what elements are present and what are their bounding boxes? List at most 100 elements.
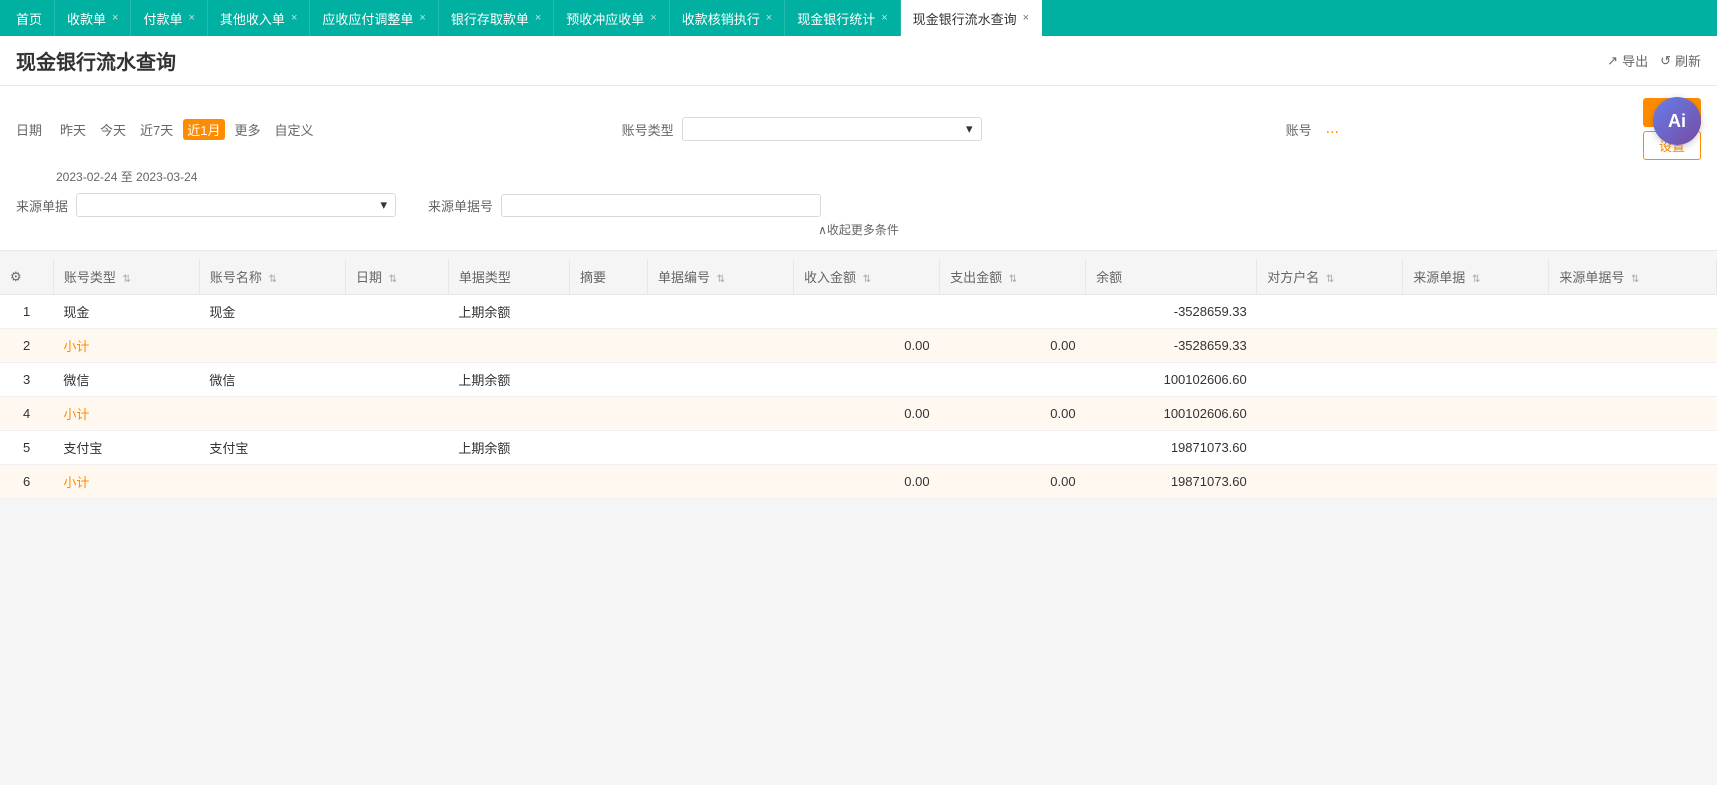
close-icon[interactable]: × [112, 12, 118, 24]
cell-source-doc [1403, 431, 1549, 465]
nav-item-收款单[interactable]: 收款单× [55, 0, 131, 36]
cell-balance: 19871073.60 [1086, 431, 1257, 465]
col-gear[interactable]: ⚙ [0, 259, 53, 295]
close-icon[interactable]: × [650, 12, 656, 24]
close-icon[interactable]: × [766, 12, 772, 24]
source-doc-no-input[interactable] [501, 194, 821, 217]
table-row: 3微信微信上期余额100102606.60 [0, 363, 1717, 397]
refresh-button[interactable]: ↺ 刷新 [1660, 51, 1701, 70]
close-icon[interactable]: × [188, 12, 194, 24]
export-label: 导出 [1622, 51, 1648, 70]
export-button[interactable]: ↗ 导出 [1607, 51, 1648, 70]
filter-row-1: 日期 昨天 今天 近7天 近1月 更多 自定义 账号类型 ▾ 账号 . [16, 98, 1701, 160]
date-opt-today[interactable]: 今天 [96, 119, 130, 140]
table-body: 1现金现金上期余额-3528659.332小计0.000.00-3528659.… [0, 295, 1717, 499]
main-table: ⚙ 账号类型 ⇅ 账号名称 ⇅ 日期 ⇅ 单据类型 摘要 [0, 259, 1717, 499]
close-icon[interactable]: × [1023, 12, 1029, 24]
cell-counterpart [1257, 363, 1403, 397]
cell-source-doc [1403, 465, 1549, 499]
date-opt-custom[interactable]: 自定义 [271, 119, 318, 140]
nav-item-首页[interactable]: 首页 [4, 0, 55, 36]
nav-item-银行存取款单[interactable]: 银行存取款单× [439, 0, 554, 36]
cell-balance: 100102606.60 [1086, 363, 1257, 397]
col-account-name[interactable]: 账号名称 ⇅ [199, 259, 345, 295]
close-icon[interactable]: × [419, 12, 425, 24]
nav-item-预收冲应收单[interactable]: 预收冲应收单× [554, 0, 669, 36]
cell-source-doc [1403, 363, 1549, 397]
cell-doc-type: 上期余额 [448, 363, 569, 397]
source-doc-no-label: 来源单据号 [428, 196, 493, 215]
close-icon[interactable]: × [291, 12, 297, 24]
nav-item-现金银行统计[interactable]: 现金银行统计× [785, 0, 900, 36]
header-actions: ↗ 导出 ↺ 刷新 [1607, 51, 1701, 70]
cell-no: 2 [0, 329, 53, 363]
collapse-bar[interactable]: ∧ 收起更多条件 [16, 221, 1701, 238]
sort-icon-expense: ⇅ [1009, 274, 1017, 285]
cell-balance: -3528659.33 [1086, 329, 1257, 363]
gear-icon: ⚙ [10, 269, 22, 284]
collapse-label: 收起更多条件 [827, 221, 899, 238]
col-balance: 余额 [1086, 259, 1257, 295]
cell-account-name: 现金 [199, 295, 345, 329]
col-expense[interactable]: 支出金额 ⇅ [940, 259, 1086, 295]
cell-account-name [199, 397, 345, 431]
cell-counterpart [1257, 329, 1403, 363]
cell-summary [569, 465, 647, 499]
nav-item-收款核销执行[interactable]: 收款核销执行× [670, 0, 785, 36]
cell-summary [569, 363, 647, 397]
col-doc-no[interactable]: 单据编号 ⇅ [647, 259, 793, 295]
sort-icon-date: ⇅ [389, 274, 397, 285]
account-type-label: 账号类型 [622, 120, 674, 139]
col-summary: 摘要 [569, 259, 647, 295]
cell-counterpart [1257, 295, 1403, 329]
account-type-select[interactable]: ▾ [682, 117, 982, 141]
account-dots[interactable]: ... [1326, 120, 1339, 138]
cell-expense [940, 363, 1086, 397]
cell-no: 1 [0, 295, 53, 329]
cell-account-type: 小计 [53, 329, 199, 363]
date-label: 日期 [16, 120, 48, 139]
cell-doc-type [448, 329, 569, 363]
col-counterpart[interactable]: 对方户名 ⇅ [1257, 259, 1403, 295]
cell-date [345, 397, 448, 431]
date-opt-7days[interactable]: 近7天 [136, 119, 177, 140]
cell-source-doc-no [1549, 465, 1717, 499]
close-icon[interactable]: × [881, 12, 887, 24]
date-range-display: 2023-02-24 至 2023-03-24 [56, 170, 197, 184]
account-label: 账号 [1286, 120, 1318, 139]
close-icon[interactable]: × [535, 12, 541, 24]
col-source-doc[interactable]: 来源单据 ⇅ [1403, 259, 1549, 295]
source-doc-chevron-icon: ▾ [380, 197, 387, 213]
table-row: 6小计0.000.0019871073.60 [0, 465, 1717, 499]
table-row: 2小计0.000.00-3528659.33 [0, 329, 1717, 363]
date-opt-more[interactable]: 更多 [231, 119, 265, 140]
cell-source-doc-no [1549, 295, 1717, 329]
nav-item-其他收入单[interactable]: 其他收入单× [208, 0, 310, 36]
date-options: 昨天 今天 近7天 近1月 更多 自定义 [56, 119, 318, 140]
date-opt-1month[interactable]: 近1月 [183, 119, 224, 140]
sort-icon-source-doc-no: ⇅ [1631, 274, 1639, 285]
cell-date [345, 295, 448, 329]
col-income[interactable]: 收入金额 ⇅ [794, 259, 940, 295]
cell-counterpart [1257, 431, 1403, 465]
source-doc-label: 来源单据 [16, 196, 68, 215]
source-doc-select[interactable]: ▾ [76, 193, 396, 217]
cell-income [794, 295, 940, 329]
nav-item-应收应付调整单[interactable]: 应收应付调整单× [310, 0, 438, 36]
col-account-type[interactable]: 账号类型 ⇅ [53, 259, 199, 295]
ai-badge[interactable]: Ai [1653, 97, 1701, 145]
sort-icon-doc-no: ⇅ [717, 274, 725, 285]
nav-item-现金银行流水查询[interactable]: 现金银行流水查询× [901, 0, 1042, 36]
table-row: 1现金现金上期余额-3528659.33 [0, 295, 1717, 329]
source-doc-filter-group: 来源单据 ▾ [16, 193, 396, 217]
cell-doc-no [647, 295, 793, 329]
nav-item-付款单[interactable]: 付款单× [131, 0, 207, 36]
refresh-icon: ↺ [1660, 53, 1671, 69]
cell-summary [569, 329, 647, 363]
table-row: 5支付宝支付宝上期余额19871073.60 [0, 431, 1717, 465]
col-date[interactable]: 日期 ⇅ [345, 259, 448, 295]
col-source-doc-no[interactable]: 来源单据号 ⇅ [1549, 259, 1717, 295]
cell-account-name: 微信 [199, 363, 345, 397]
cell-doc-type [448, 465, 569, 499]
date-opt-yesterday[interactable]: 昨天 [56, 119, 90, 140]
